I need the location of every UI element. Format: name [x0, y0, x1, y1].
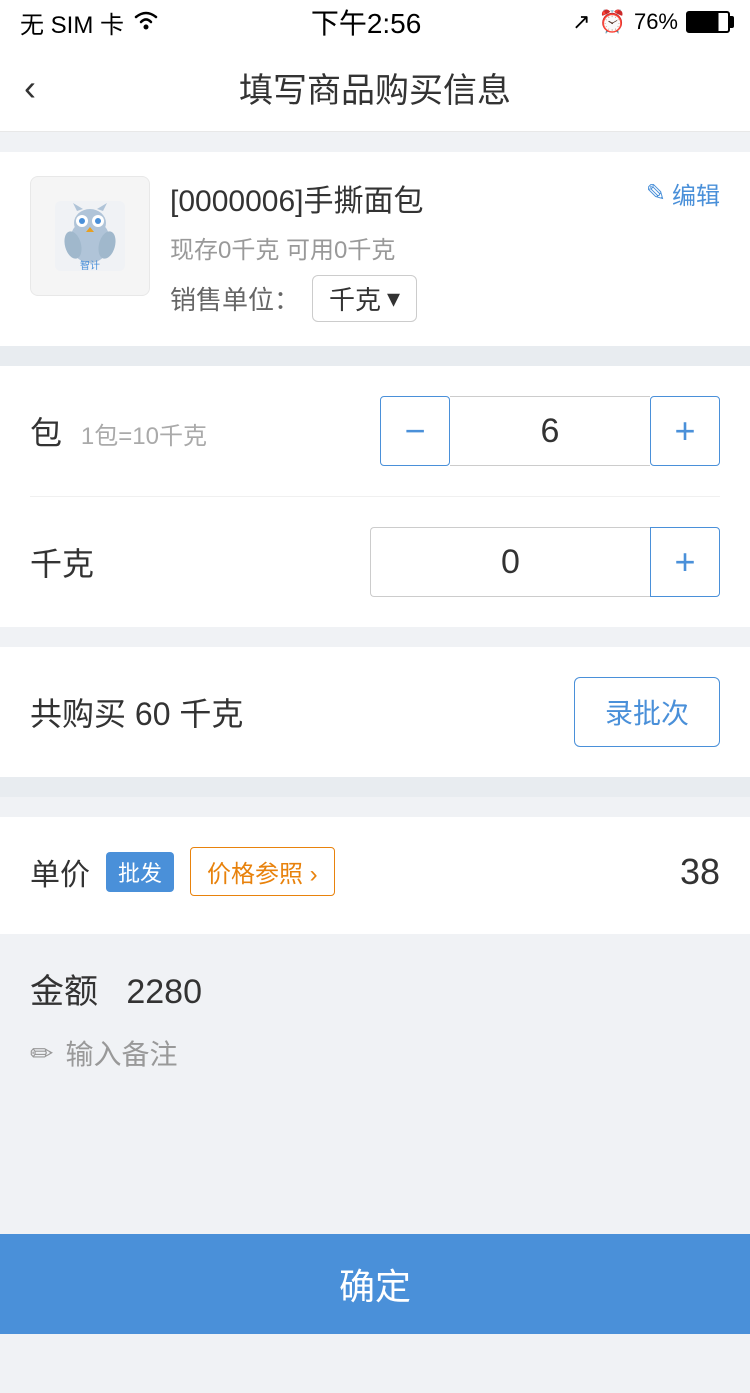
amount-value: 2280: [126, 973, 202, 1011]
edit-button[interactable]: ✎ 编辑: [646, 176, 720, 211]
kg-plus-button[interactable]: +: [650, 527, 720, 597]
battery-label: 76%: [634, 9, 678, 35]
kg-input[interactable]: [370, 527, 650, 597]
product-name: [0000006]手撕面包: [170, 176, 720, 220]
edit-icon: ✎: [646, 179, 666, 208]
status-time: 下午2:56: [311, 2, 422, 42]
edit-label: 编辑: [672, 176, 720, 211]
section-divider-2: [0, 777, 750, 797]
product-unit: 销售单位： 千克 ▾: [170, 275, 720, 322]
package-label: 包 1包=10千克: [30, 408, 380, 454]
back-button[interactable]: ‹: [24, 67, 36, 109]
price-row: 单价 批发 价格参照 › 38: [30, 847, 720, 896]
svg-text:智计: 智计: [80, 259, 100, 271]
package-plus-button[interactable]: +: [650, 396, 720, 466]
location-icon: ↗: [572, 9, 590, 35]
unit-value: 千克: [329, 280, 381, 317]
product-info: [0000006]手撕面包 现存0千克 可用0千克 销售单位： 千克 ▾: [170, 176, 720, 322]
price-tag: 批发: [106, 852, 174, 892]
price-section: 单价 批发 价格参照 › 38: [0, 817, 750, 934]
price-value: 38: [680, 851, 720, 893]
amount-section: 金额 2280 ✏ 输入备注: [0, 934, 750, 1093]
nav-bar: ‹ 填写商品购买信息: [0, 44, 750, 132]
package-hint: 1包=10千克: [81, 423, 207, 450]
status-right: ↗ ⏰ 76%: [572, 9, 730, 35]
batch-button[interactable]: 录批次: [574, 677, 720, 747]
unit-label: 销售单位：: [170, 280, 300, 317]
nav-title: 填写商品购买信息: [239, 63, 511, 112]
kg-label: 千克: [30, 539, 370, 585]
confirm-button[interactable]: 确定: [0, 1234, 750, 1334]
package-minus-button[interactable]: −: [380, 396, 450, 466]
price-label: 单价: [30, 850, 90, 894]
package-controls: − +: [380, 396, 720, 466]
status-bar: 无 SIM 卡 下午2:56 ↗ ⏰ 76%: [0, 0, 750, 44]
kg-row: 千克 +: [30, 497, 720, 627]
section-divider-1: [0, 346, 750, 366]
amount-text: 金额 2280: [30, 964, 720, 1013]
remark-icon: ✏: [30, 1037, 53, 1070]
dropdown-arrow-icon: ▾: [387, 283, 400, 314]
package-row: 包 1包=10千克 − +: [30, 366, 720, 497]
summary-section: 共购买 60 千克 录批次: [0, 647, 750, 777]
remark-row[interactable]: ✏ 输入备注: [30, 1033, 720, 1073]
product-image: 智计: [30, 176, 150, 296]
amount-label: 金额: [30, 973, 98, 1011]
product-stock: 现存0千克 可用0千克: [170, 230, 720, 265]
remark-placeholder: 输入备注: [65, 1033, 177, 1073]
status-left: 无 SIM 卡: [20, 5, 160, 40]
summary-text: 共购买 60 千克: [30, 689, 243, 735]
unit-dropdown[interactable]: 千克 ▾: [312, 275, 417, 322]
carrier-text: 无 SIM 卡: [20, 5, 124, 40]
product-logo: 智计: [55, 201, 125, 271]
alarm-icon: ⏰: [599, 9, 626, 35]
wifi-icon: [132, 8, 160, 37]
battery-icon: [686, 11, 730, 33]
input-section: 包 1包=10千克 − + 千克 +: [0, 366, 750, 627]
kg-controls: +: [370, 527, 720, 597]
price-ref-button[interactable]: 价格参照 ›: [190, 847, 335, 896]
package-input[interactable]: [450, 396, 650, 466]
product-card: 智计 [0000006]手撕面包 现存0千克 可用0千克 销售单位： 千克 ▾ …: [0, 152, 750, 346]
